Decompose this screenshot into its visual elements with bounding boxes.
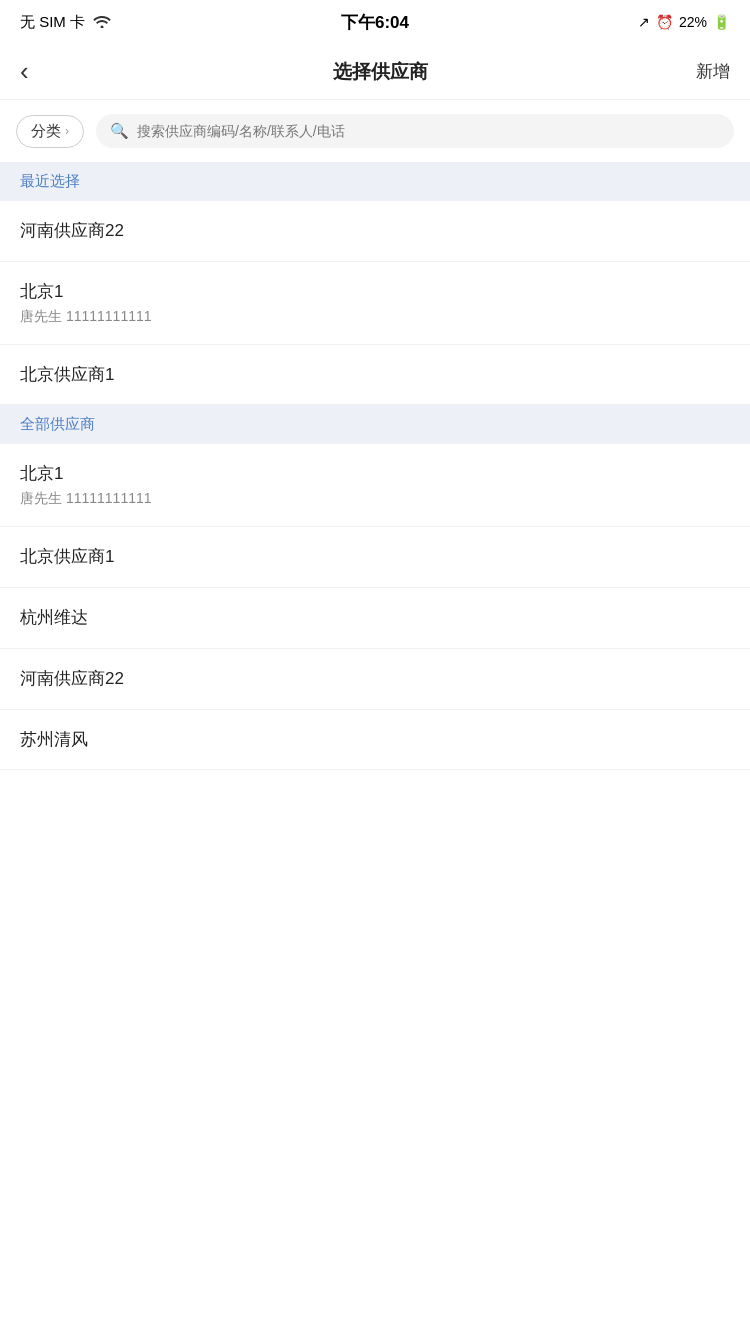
item-sub: 唐先生 11111111111	[20, 308, 730, 326]
item-name: 北京1	[20, 280, 730, 304]
page-title: 选择供应商	[333, 59, 428, 85]
filter-bar: 分类 › 🔍	[0, 100, 750, 162]
add-new-button[interactable]: 新增	[696, 60, 730, 83]
status-bar: 无 SIM 卡 下午6:04 ↗ ⏰ 22% 🔋	[0, 0, 750, 44]
battery-label: 22%	[679, 14, 707, 30]
list-item[interactable]: 河南供应商22	[0, 201, 750, 262]
list-item[interactable]: 北京供应商1	[0, 527, 750, 588]
item-name: 河南供应商22	[20, 667, 730, 691]
all-section-header: 全部供应商	[0, 405, 750, 444]
search-box: 🔍	[96, 114, 734, 148]
item-name: 北京供应商1	[20, 363, 730, 387]
list-item[interactable]: 杭州维达	[0, 588, 750, 649]
item-name: 杭州维达	[20, 606, 730, 630]
category-label: 分类	[31, 122, 61, 141]
status-right: ↗ ⏰ 22% 🔋	[638, 14, 730, 30]
search-icon: 🔍	[110, 122, 129, 140]
recent-items-list: 河南供应商22 北京1 唐先生 11111111111 北京供应商1	[0, 201, 750, 405]
chevron-right-icon: ›	[65, 124, 69, 138]
category-filter-button[interactable]: 分类 ›	[16, 115, 84, 148]
carrier-label: 无 SIM 卡	[20, 13, 85, 32]
battery-icon: 🔋	[713, 14, 730, 30]
list-item[interactable]: 北京供应商1	[0, 345, 750, 406]
list-item[interactable]: 河南供应商22	[0, 649, 750, 710]
status-time: 下午6:04	[341, 11, 409, 34]
status-left: 无 SIM 卡	[20, 13, 111, 32]
item-sub: 唐先生 11111111111	[20, 490, 730, 508]
item-name: 北京1	[20, 462, 730, 486]
list-item[interactable]: 苏州清风	[0, 710, 750, 771]
item-name: 苏州清风	[20, 728, 730, 752]
all-items-list: 北京1 唐先生 11111111111 北京供应商1 杭州维达河南供应商22 苏州清风	[0, 444, 750, 770]
location-icon: ↗	[638, 14, 650, 30]
recent-section-header: 最近选择	[0, 162, 750, 201]
back-button[interactable]: ‹	[20, 56, 64, 87]
list-item[interactable]: 北京1 唐先生 11111111111	[0, 262, 750, 345]
search-input[interactable]	[137, 123, 720, 139]
wifi-icon	[93, 14, 111, 31]
nav-bar: ‹ 选择供应商 新增	[0, 44, 750, 100]
item-name: 北京供应商1	[20, 545, 730, 569]
alarm-icon: ⏰	[656, 14, 673, 30]
list-item[interactable]: 北京1 唐先生 11111111111	[0, 444, 750, 527]
item-name: 河南供应商22	[20, 219, 730, 243]
